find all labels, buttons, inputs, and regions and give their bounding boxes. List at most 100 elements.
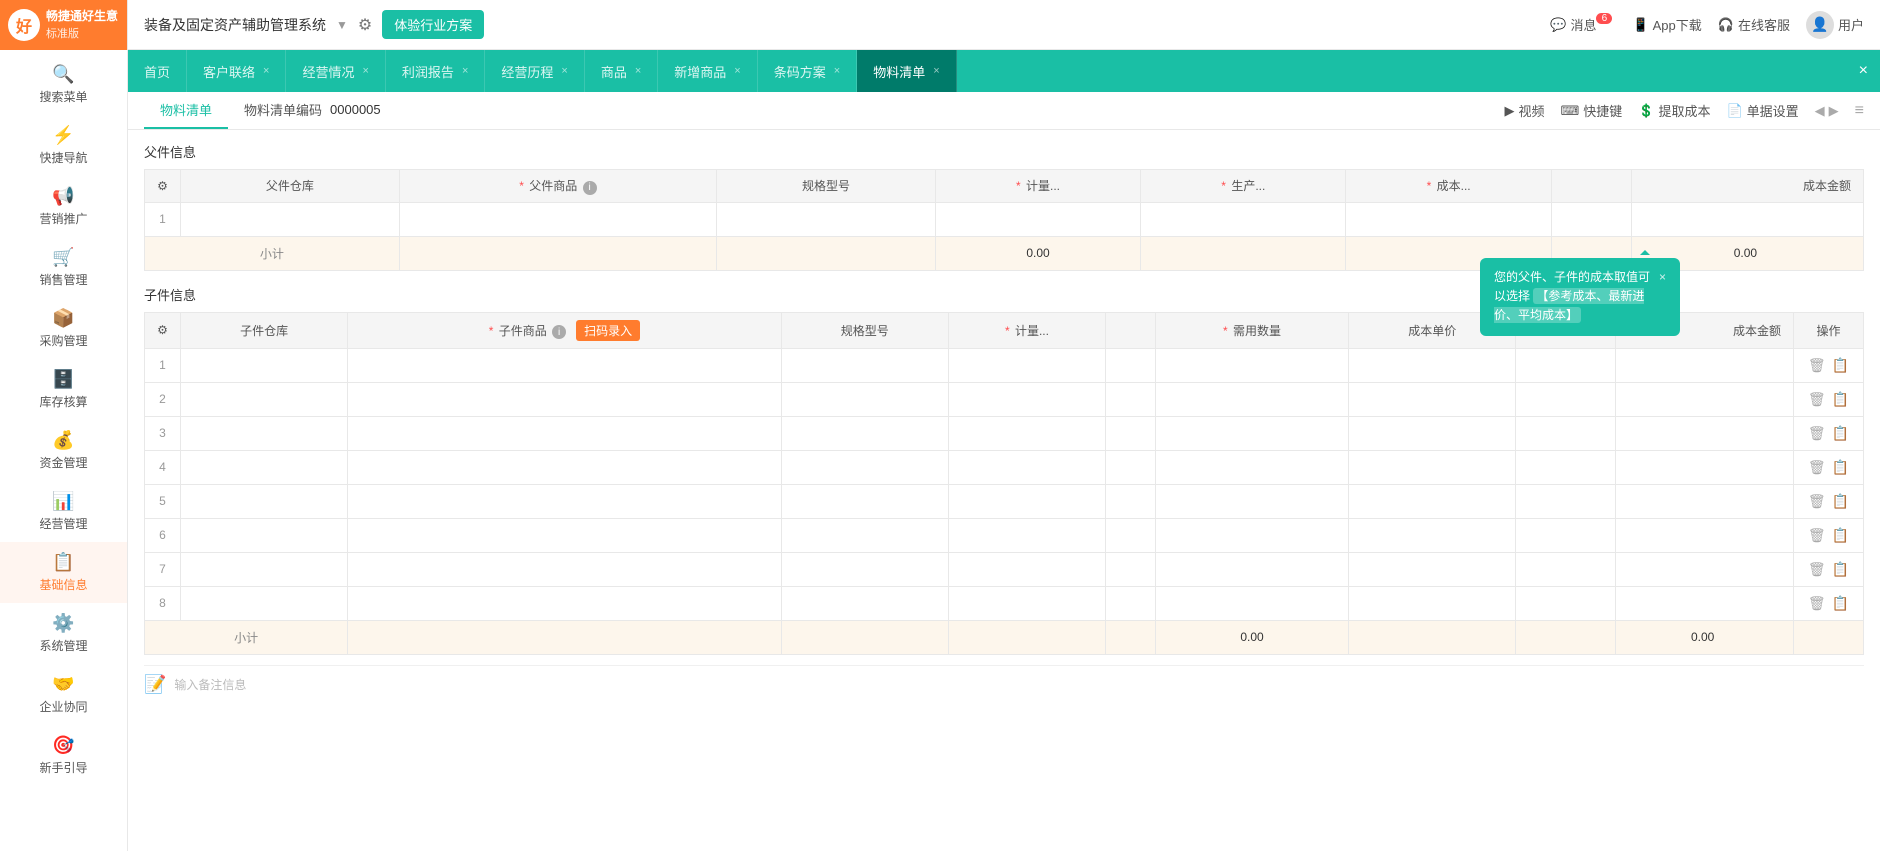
child-row-8-unit[interactable] — [948, 586, 1105, 620]
tab-close-profit[interactable]: × — [462, 65, 468, 77]
child-row-1-goods[interactable] — [348, 348, 781, 382]
child-row-1-warehouse[interactable] — [181, 348, 348, 382]
child-th-settings[interactable]: ⚙ — [145, 312, 181, 348]
child-row-1-unit[interactable] — [948, 348, 1105, 382]
child-row-3-warehouse[interactable] — [181, 416, 348, 450]
child-row-7-spec[interactable] — [781, 552, 948, 586]
sidebar-item-collab[interactable]: 🤝 企业协同 — [0, 664, 127, 725]
delete-icon[interactable]: 🗑 — [1808, 425, 1826, 442]
child-row-8-qty[interactable] — [1155, 586, 1348, 620]
child-row-3-unit-cost[interactable] — [1349, 416, 1516, 450]
child-row-1-spec[interactable] — [781, 348, 948, 382]
parent-goods-info-icon[interactable]: i — [583, 181, 597, 195]
child-row-7-goods[interactable] — [348, 552, 781, 586]
child-goods-info-icon[interactable]: i — [552, 325, 566, 339]
tab-newgoods[interactable]: 新增商品 × — [658, 50, 757, 92]
view-action[interactable]: ▶ 视频 — [1504, 101, 1544, 120]
settings-icon[interactable]: ⚙ — [358, 15, 372, 35]
sidebar-item-guide[interactable]: 🎯 新手引导 — [0, 725, 127, 786]
child-row-5-unit[interactable] — [948, 484, 1105, 518]
child-row-7-warehouse[interactable] — [181, 552, 348, 586]
system-dropdown-icon[interactable]: ▼ — [336, 18, 348, 32]
child-row-7-unit-cost[interactable] — [1349, 552, 1516, 586]
delete-icon[interactable]: 🗑 — [1808, 595, 1826, 612]
tooltip-close[interactable]: × — [1659, 268, 1666, 287]
delete-icon[interactable]: 🗑 — [1808, 391, 1826, 408]
child-row-5-unit-cost[interactable] — [1349, 484, 1516, 518]
delete-icon[interactable]: 🗑 — [1808, 493, 1826, 510]
tab-close-barcode[interactable]: × — [834, 65, 840, 77]
child-row-6-qty[interactable] — [1155, 518, 1348, 552]
copy-icon[interactable]: 📋 — [1832, 595, 1849, 612]
parent-row-1-goods[interactable] — [399, 202, 716, 236]
child-row-6-unit-cost[interactable] — [1349, 518, 1516, 552]
tab-customers[interactable]: 客户联络 × — [187, 50, 286, 92]
child-row-6-unit[interactable] — [948, 518, 1105, 552]
copy-icon[interactable]: 📋 — [1832, 459, 1849, 476]
scan-button[interactable]: 扫码录入 — [576, 320, 640, 341]
child-row-6-spec[interactable] — [781, 518, 948, 552]
parent-th-settings[interactable]: ⚙ — [145, 170, 181, 203]
sidebar-item-inventory[interactable]: 🗄️ 库存核算 — [0, 359, 127, 420]
tab-home[interactable]: 首页 — [128, 50, 187, 92]
sub-tab-bomcode[interactable]: 物料清单编码 0000005 — [228, 92, 397, 129]
child-row-1-unit-cost[interactable] — [1349, 348, 1516, 382]
child-row-7-unit[interactable] — [948, 552, 1105, 586]
delete-icon[interactable]: 🗑 — [1808, 357, 1826, 374]
child-row-2-goods[interactable] — [348, 382, 781, 416]
child-row-6-warehouse[interactable] — [181, 518, 348, 552]
tab-close-newgoods[interactable]: × — [734, 65, 740, 77]
copy-icon[interactable]: 📋 — [1832, 493, 1849, 510]
next-icon[interactable]: ▶ — [1829, 103, 1839, 119]
copy-icon[interactable]: 📋 — [1832, 391, 1849, 408]
sidebar-item-finance[interactable]: 💰 资金管理 — [0, 420, 127, 481]
tab-barcode[interactable]: 条码方案 × — [758, 50, 857, 92]
child-row-2-unit-cost[interactable] — [1349, 382, 1516, 416]
child-row-2-unit[interactable] — [948, 382, 1105, 416]
get-cost-action[interactable]: 💲 提取成本 — [1638, 101, 1710, 120]
copy-icon[interactable]: 📋 — [1832, 561, 1849, 578]
child-row-8-warehouse[interactable] — [181, 586, 348, 620]
parent-row-1-warehouse[interactable] — [181, 202, 400, 236]
sub-tab-bomlist[interactable]: 物料清单 — [144, 92, 228, 129]
child-row-5-qty[interactable] — [1155, 484, 1348, 518]
parent-row-1-spec[interactable] — [717, 202, 936, 236]
delete-icon[interactable]: 🗑 — [1808, 527, 1826, 544]
child-row-4-warehouse[interactable] — [181, 450, 348, 484]
parent-row-1-cost[interactable] — [1346, 202, 1551, 236]
trial-button[interactable]: 体验行业方案 — [382, 10, 484, 39]
user-action[interactable]: 👤 用户 — [1806, 11, 1864, 39]
menu-icon[interactable]: ≡ — [1855, 102, 1864, 120]
tab-profit[interactable]: 利润报告 × — [386, 50, 485, 92]
single-settings-action[interactable]: 📄 单据设置 — [1726, 101, 1798, 120]
parent-row-1-unit[interactable] — [935, 202, 1140, 236]
child-row-4-spec[interactable] — [781, 450, 948, 484]
sidebar-item-search[interactable]: 🔍 搜索菜单 — [0, 54, 127, 115]
copy-icon[interactable]: 📋 — [1832, 425, 1849, 442]
tab-close-goods[interactable]: × — [635, 65, 641, 77]
child-row-4-unit-cost[interactable] — [1349, 450, 1516, 484]
online-service-action[interactable]: 🎧 在线客服 — [1718, 15, 1790, 34]
sidebar-item-sales[interactable]: 🛒 销售管理 — [0, 237, 127, 298]
tab-goods[interactable]: 商品 × — [585, 50, 658, 92]
shortcut-action[interactable]: ⌨ 快捷键 — [1560, 101, 1622, 120]
tab-bom[interactable]: 物料清单 × — [857, 50, 956, 92]
child-row-5-warehouse[interactable] — [181, 484, 348, 518]
tab-operations[interactable]: 经营情况 × — [286, 50, 385, 92]
copy-icon[interactable]: 📋 — [1832, 357, 1849, 374]
tab-close-bom[interactable]: × — [933, 65, 939, 77]
tab-close-operations[interactable]: × — [362, 65, 368, 77]
child-row-4-qty[interactable] — [1155, 450, 1348, 484]
sidebar-item-system[interactable]: ⚙️ 系统管理 — [0, 603, 127, 664]
copy-icon[interactable]: 📋 — [1832, 527, 1849, 544]
child-row-5-spec[interactable] — [781, 484, 948, 518]
tab-close-customers[interactable]: × — [263, 65, 269, 77]
child-row-2-qty[interactable] — [1155, 382, 1348, 416]
sidebar-item-marketing[interactable]: 📢 营销推广 — [0, 176, 127, 237]
child-row-1-qty[interactable] — [1155, 348, 1348, 382]
child-row-3-spec[interactable] — [781, 416, 948, 450]
delete-icon[interactable]: 🗑 — [1808, 459, 1826, 476]
parent-row-1-production[interactable] — [1141, 202, 1346, 236]
child-row-4-unit[interactable] — [948, 450, 1105, 484]
child-row-7-qty[interactable] — [1155, 552, 1348, 586]
